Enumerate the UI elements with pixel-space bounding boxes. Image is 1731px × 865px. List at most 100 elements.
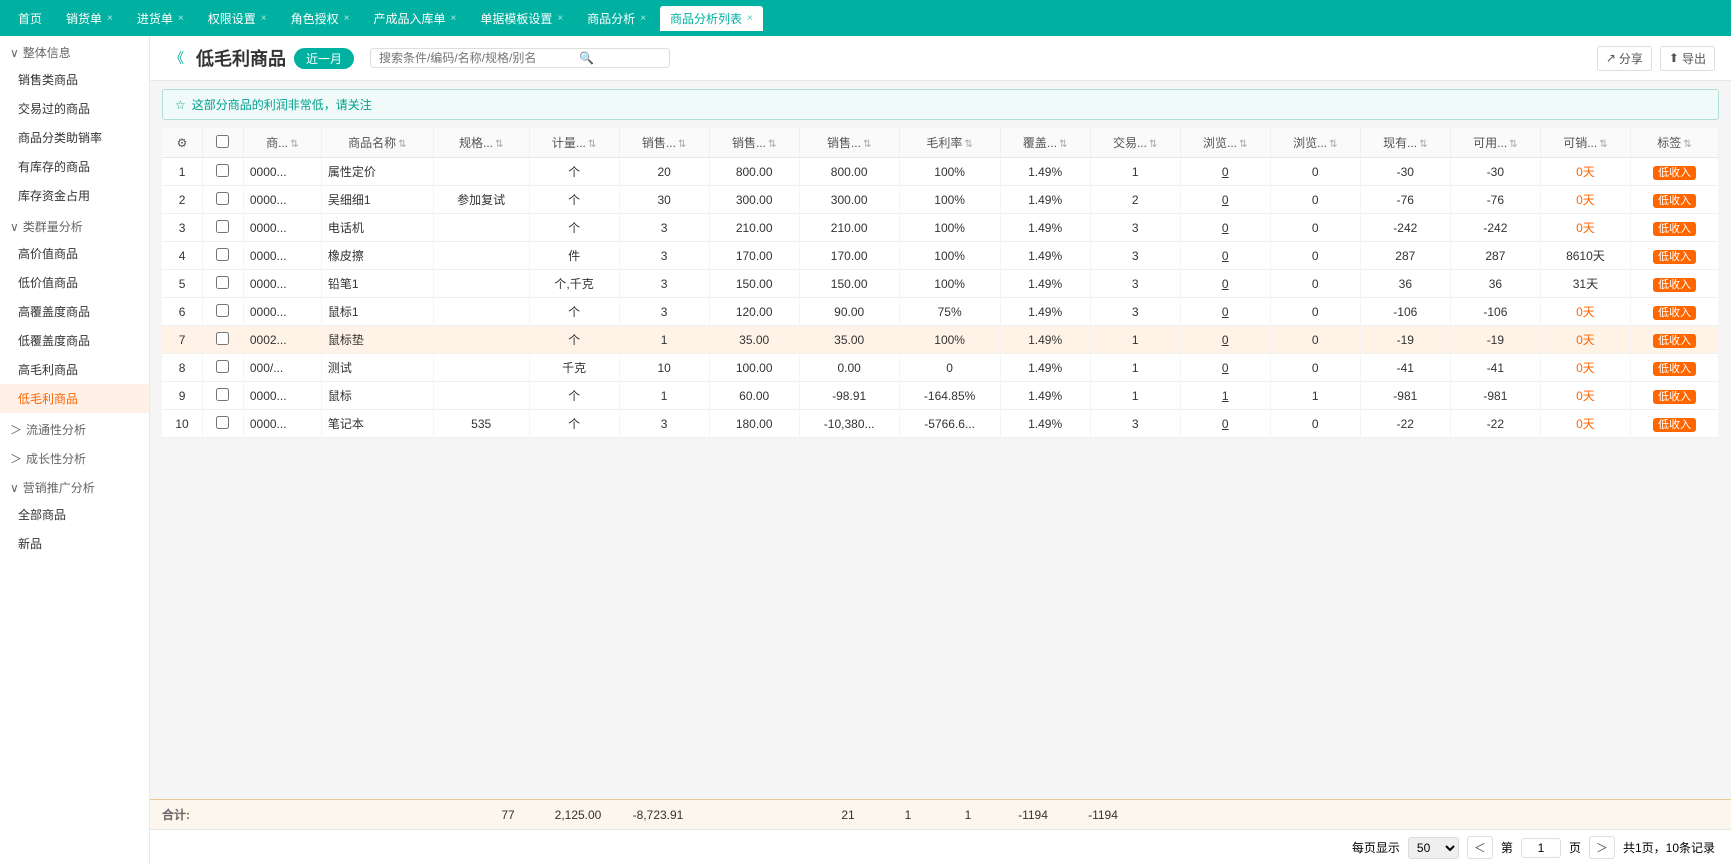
col-coverage[interactable]: 覆盖...⇅ bbox=[1000, 128, 1090, 158]
row-select-checkbox[interactable] bbox=[216, 276, 229, 289]
sidebar-item-inventory-capital[interactable]: 库存资金占用 bbox=[0, 181, 149, 210]
nav-home[interactable]: 首页 bbox=[8, 6, 52, 31]
close-icon[interactable]: × bbox=[107, 13, 113, 24]
row-view1[interactable]: 0 bbox=[1180, 158, 1270, 186]
nav-roles[interactable]: 角色授权× bbox=[281, 6, 360, 31]
row-checkbox[interactable] bbox=[203, 382, 244, 410]
row-name[interactable]: 铅笔1 bbox=[321, 270, 433, 298]
row-view1[interactable]: 0 bbox=[1180, 242, 1270, 270]
col-name[interactable]: 商品名称⇅ bbox=[321, 128, 433, 158]
row-name[interactable]: 吴细细1 bbox=[321, 186, 433, 214]
sidebar-item-low-coverage[interactable]: 低覆盖度商品 bbox=[0, 326, 149, 355]
sidebar-group-circulation[interactable]: ＞ 流通性分析 bbox=[0, 413, 149, 442]
sidebar-item-category-rate[interactable]: 商品分类助销率 bbox=[0, 123, 149, 152]
row-view1[interactable]: 0 bbox=[1180, 326, 1270, 354]
row-view1[interactable]: 0 bbox=[1180, 354, 1270, 382]
close-icon[interactable]: × bbox=[344, 13, 350, 24]
sidebar-group-overall[interactable]: ∨ 整体信息 bbox=[0, 36, 149, 65]
nav-sales[interactable]: 销货单× bbox=[56, 6, 123, 31]
col-unit[interactable]: 计量...⇅ bbox=[529, 128, 619, 158]
col-sellable[interactable]: 可销...⇅ bbox=[1540, 128, 1630, 158]
sidebar-item-low-margin[interactable]: 低毛利商品 bbox=[0, 384, 149, 413]
nav-product-analysis[interactable]: 商品分析× bbox=[577, 6, 656, 31]
row-name[interactable]: 鼠标 bbox=[321, 382, 433, 410]
next-page-button[interactable]: ＞ bbox=[1589, 836, 1615, 859]
row-checkbox[interactable] bbox=[203, 298, 244, 326]
close-icon[interactable]: × bbox=[747, 13, 753, 24]
select-all-checkbox[interactable] bbox=[216, 135, 229, 148]
row-checkbox[interactable] bbox=[203, 354, 244, 382]
row-select-checkbox[interactable] bbox=[216, 248, 229, 261]
col-tag[interactable]: 标签⇅ bbox=[1630, 128, 1718, 158]
sidebar-item-sales-goods[interactable]: 销售类商品 bbox=[0, 65, 149, 94]
row-select-checkbox[interactable] bbox=[216, 388, 229, 401]
row-view1[interactable]: 0 bbox=[1180, 186, 1270, 214]
row-name[interactable]: 鼠标垫 bbox=[321, 326, 433, 354]
row-name[interactable]: 橡皮擦 bbox=[321, 242, 433, 270]
sidebar-item-high-margin[interactable]: 高毛利商品 bbox=[0, 355, 149, 384]
row-checkbox[interactable] bbox=[203, 158, 244, 186]
col-sales-qty[interactable]: 销售...⇅ bbox=[619, 128, 709, 158]
row-checkbox[interactable] bbox=[203, 270, 244, 298]
row-select-checkbox[interactable] bbox=[216, 192, 229, 205]
nav-permissions[interactable]: 权限设置× bbox=[198, 6, 277, 31]
search-input[interactable] bbox=[379, 51, 579, 65]
share-button[interactable]: ↗ 分享 bbox=[1597, 46, 1652, 71]
per-page-select[interactable]: 50 20 100 bbox=[1408, 837, 1459, 859]
col-view2[interactable]: 浏览...⇅ bbox=[1270, 128, 1360, 158]
col-code[interactable]: 商...⇅ bbox=[243, 128, 321, 158]
nav-product-entry[interactable]: 产成品入库单× bbox=[363, 6, 466, 31]
export-button[interactable]: ⬆ 导出 bbox=[1660, 46, 1715, 71]
col-gross-margin[interactable]: 毛利率⇅ bbox=[899, 128, 1000, 158]
row-select-checkbox[interactable] bbox=[216, 304, 229, 317]
col-spec[interactable]: 规格...⇅ bbox=[433, 128, 529, 158]
sidebar-item-new-goods[interactable]: 新品 bbox=[0, 529, 149, 558]
row-name[interactable]: 笔记本 bbox=[321, 410, 433, 438]
row-view1[interactable]: 0 bbox=[1180, 410, 1270, 438]
sidebar-item-stocked-goods[interactable]: 有库存的商品 bbox=[0, 152, 149, 181]
row-select-checkbox[interactable] bbox=[216, 332, 229, 345]
collapse-sidebar-button[interactable]: 《 bbox=[166, 44, 188, 72]
search-icon[interactable]: 🔍 bbox=[579, 51, 594, 65]
col-checkbox[interactable] bbox=[203, 128, 244, 158]
page-number-input[interactable] bbox=[1521, 838, 1561, 858]
row-checkbox[interactable] bbox=[203, 214, 244, 242]
row-select-checkbox[interactable] bbox=[216, 416, 229, 429]
row-checkbox[interactable] bbox=[203, 326, 244, 354]
sidebar-group-cluster[interactable]: ∨ 类群量分析 bbox=[0, 210, 149, 239]
row-select-checkbox[interactable] bbox=[216, 220, 229, 233]
prev-page-button[interactable]: ＜ bbox=[1467, 836, 1493, 859]
sidebar-item-high-coverage[interactable]: 高覆盖度商品 bbox=[0, 297, 149, 326]
row-view1[interactable]: 0 bbox=[1180, 270, 1270, 298]
nav-purchase[interactable]: 进货单× bbox=[127, 6, 194, 31]
sidebar-item-high-value[interactable]: 高价值商品 bbox=[0, 239, 149, 268]
sidebar-item-traded-goods[interactable]: 交易过的商品 bbox=[0, 94, 149, 123]
sidebar-item-all-goods[interactable]: 全部商品 bbox=[0, 500, 149, 529]
sidebar-item-low-value[interactable]: 低价值商品 bbox=[0, 268, 149, 297]
col-available[interactable]: 可用...⇅ bbox=[1450, 128, 1540, 158]
row-checkbox[interactable] bbox=[203, 242, 244, 270]
col-settings[interactable]: ⚙ bbox=[162, 128, 203, 158]
col-sales-profit[interactable]: 销售...⇅ bbox=[799, 128, 899, 158]
col-view1[interactable]: 浏览...⇅ bbox=[1180, 128, 1270, 158]
row-name[interactable]: 属性定价 bbox=[321, 158, 433, 186]
row-view1[interactable]: 0 bbox=[1180, 298, 1270, 326]
nav-analysis-list[interactable]: 商品分析列表× bbox=[660, 6, 763, 31]
row-checkbox[interactable] bbox=[203, 410, 244, 438]
row-checkbox[interactable] bbox=[203, 186, 244, 214]
close-icon[interactable]: × bbox=[178, 13, 184, 24]
nav-template[interactable]: 单据模板设置× bbox=[470, 6, 573, 31]
sidebar-group-growth[interactable]: ＞ 成长性分析 bbox=[0, 442, 149, 471]
row-select-checkbox[interactable] bbox=[216, 164, 229, 177]
row-name[interactable]: 电话机 bbox=[321, 214, 433, 242]
row-name[interactable]: 鼠标1 bbox=[321, 298, 433, 326]
close-icon[interactable]: × bbox=[640, 13, 646, 24]
col-current-stock[interactable]: 现有...⇅ bbox=[1360, 128, 1450, 158]
row-select-checkbox[interactable] bbox=[216, 360, 229, 373]
close-icon[interactable]: × bbox=[261, 13, 267, 24]
close-icon[interactable]: × bbox=[450, 13, 456, 24]
col-sales-amount[interactable]: 销售...⇅ bbox=[709, 128, 799, 158]
col-transaction[interactable]: 交易...⇅ bbox=[1090, 128, 1180, 158]
close-icon[interactable]: × bbox=[557, 13, 563, 24]
row-view1[interactable]: 0 bbox=[1180, 214, 1270, 242]
